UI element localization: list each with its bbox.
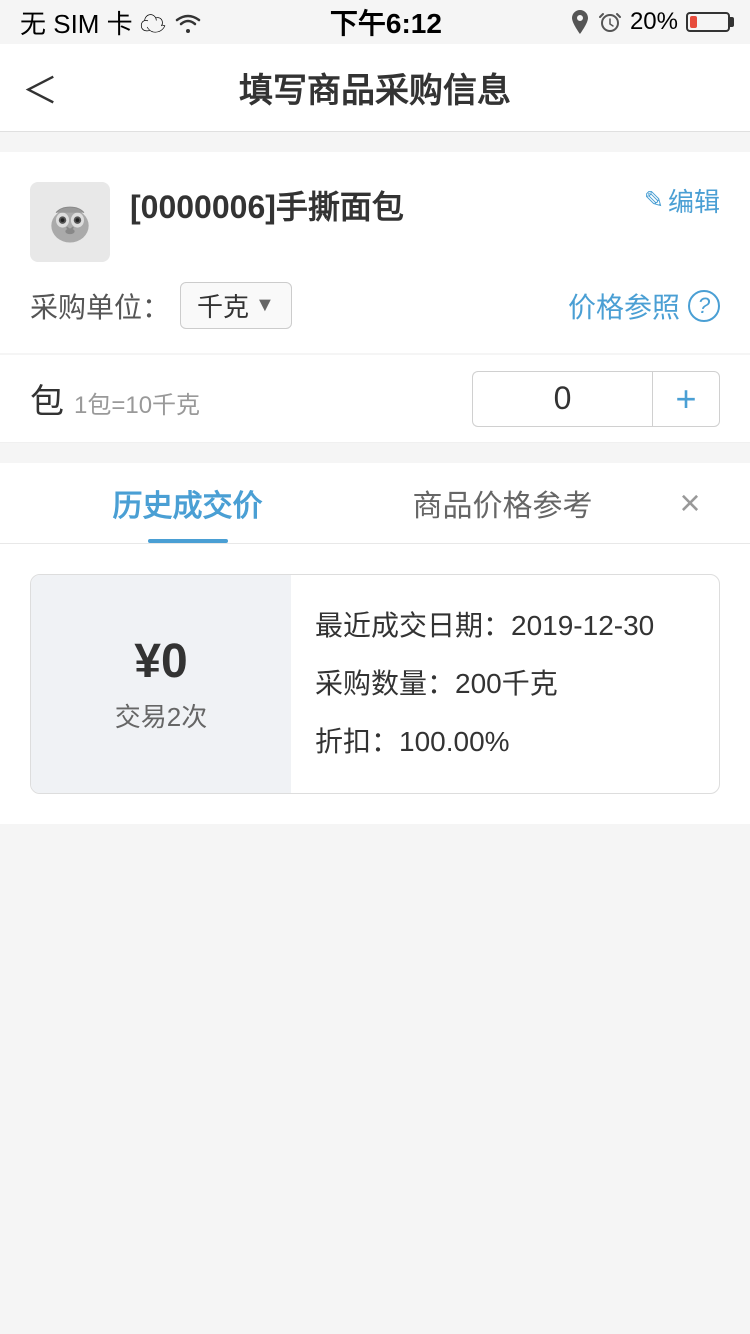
price-cards-container: ¥0 交易2次 最近成交日期：2019-12-30 采购数量：200千克 折扣：… — [0, 544, 750, 824]
alarm-icon — [598, 10, 622, 34]
nav-bar: ＜ 填写商品采购信息 — [0, 44, 750, 132]
edit-label: 编辑 — [668, 182, 720, 219]
location-icon — [570, 10, 590, 34]
quantity-controls: + — [472, 371, 720, 427]
status-left: 无 SIM 卡 ☁ — [20, 4, 202, 41]
tab-history-price[interactable]: 历史成交价 — [30, 463, 345, 543]
qty-row: 采购数量：200千克 — [315, 663, 695, 705]
unit-conversion-label: 1包=10千克 — [74, 385, 200, 420]
dropdown-arrow-icon: ▼ — [255, 294, 275, 317]
price-value: 0 — [161, 635, 188, 688]
quantity-label: 包 1包=10千克 — [30, 374, 200, 423]
qty-detail-value: 200千克 — [455, 668, 558, 699]
discount-row: 折扣：100.00% — [315, 721, 695, 763]
quantity-plus-button[interactable]: + — [652, 371, 720, 427]
discount-label: 折扣： — [315, 726, 399, 757]
discount-value: 100.00% — [399, 726, 510, 757]
trades-count: 交易2次 — [115, 697, 207, 734]
recent-date-value: 2019-12-30 — [511, 610, 654, 641]
unit-prefix-label: 采购单位： — [30, 286, 170, 326]
quantity-input[interactable] — [472, 371, 652, 427]
unit-value: 千克 — [197, 287, 249, 324]
price-ref-info-icon: ? — [688, 290, 720, 322]
unit-select[interactable]: 千克 ▼ — [180, 282, 292, 329]
tab2-label: 商品价格参考 — [413, 481, 593, 525]
page-title: 填写商品采购信息 — [239, 63, 511, 112]
tabs-close-button[interactable]: × — [660, 463, 720, 543]
recent-date-row: 最近成交日期：2019-12-30 — [315, 605, 695, 647]
tab1-label: 历史成交价 — [113, 481, 263, 525]
currency-symbol: ¥ — [134, 635, 161, 688]
back-arrow-icon: ＜ — [22, 62, 58, 114]
status-bar: 无 SIM 卡 ☁ 下午6:12 20% — [0, 0, 750, 44]
unit-big-label: 包 — [30, 374, 64, 423]
price-card: ¥0 交易2次 最近成交日期：2019-12-30 采购数量：200千克 折扣：… — [30, 574, 720, 794]
status-time: 下午6:12 — [330, 2, 442, 42]
price-details: 最近成交日期：2019-12-30 采购数量：200千克 折扣：100.00% — [291, 575, 719, 793]
battery-percent: 20% — [630, 8, 678, 36]
product-icon — [30, 182, 110, 262]
no-sim-label: 无 SIM 卡 ☁ — [20, 4, 166, 41]
plus-icon: + — [675, 378, 696, 420]
product-card: [0000006]手撕面包 ✎ 编辑 采购单位： 千克 ▼ 价格参照 ? — [0, 152, 750, 353]
price-summary: ¥0 交易2次 — [31, 575, 291, 793]
owl-logo — [42, 194, 98, 250]
back-button[interactable]: ＜ — [0, 44, 80, 132]
price-amount: ¥0 — [134, 634, 187, 689]
qty-detail-label: 采购数量： — [315, 668, 455, 699]
price-ref-label: 价格参照 — [568, 286, 680, 326]
battery-icon — [686, 12, 730, 32]
close-icon: × — [679, 482, 700, 524]
edit-button[interactable]: ✎ 编辑 — [644, 182, 720, 219]
tabs-header: 历史成交价 商品价格参考 × — [0, 463, 750, 544]
tabs-section: 历史成交价 商品价格参考 × ¥0 交易2次 最近成交日期：2019-12-30… — [0, 463, 750, 824]
quantity-section: 包 1包=10千克 + — [0, 355, 750, 443]
recent-date-label: 最近成交日期： — [315, 610, 511, 641]
wifi-icon — [174, 11, 202, 33]
edit-icon: ✎ — [644, 186, 664, 215]
price-ref-button[interactable]: 价格参照 ? — [568, 286, 720, 326]
tab-product-price-ref[interactable]: 商品价格参考 — [345, 463, 660, 543]
product-name: [0000006]手撕面包 — [130, 182, 404, 228]
status-right: 20% — [570, 8, 730, 36]
